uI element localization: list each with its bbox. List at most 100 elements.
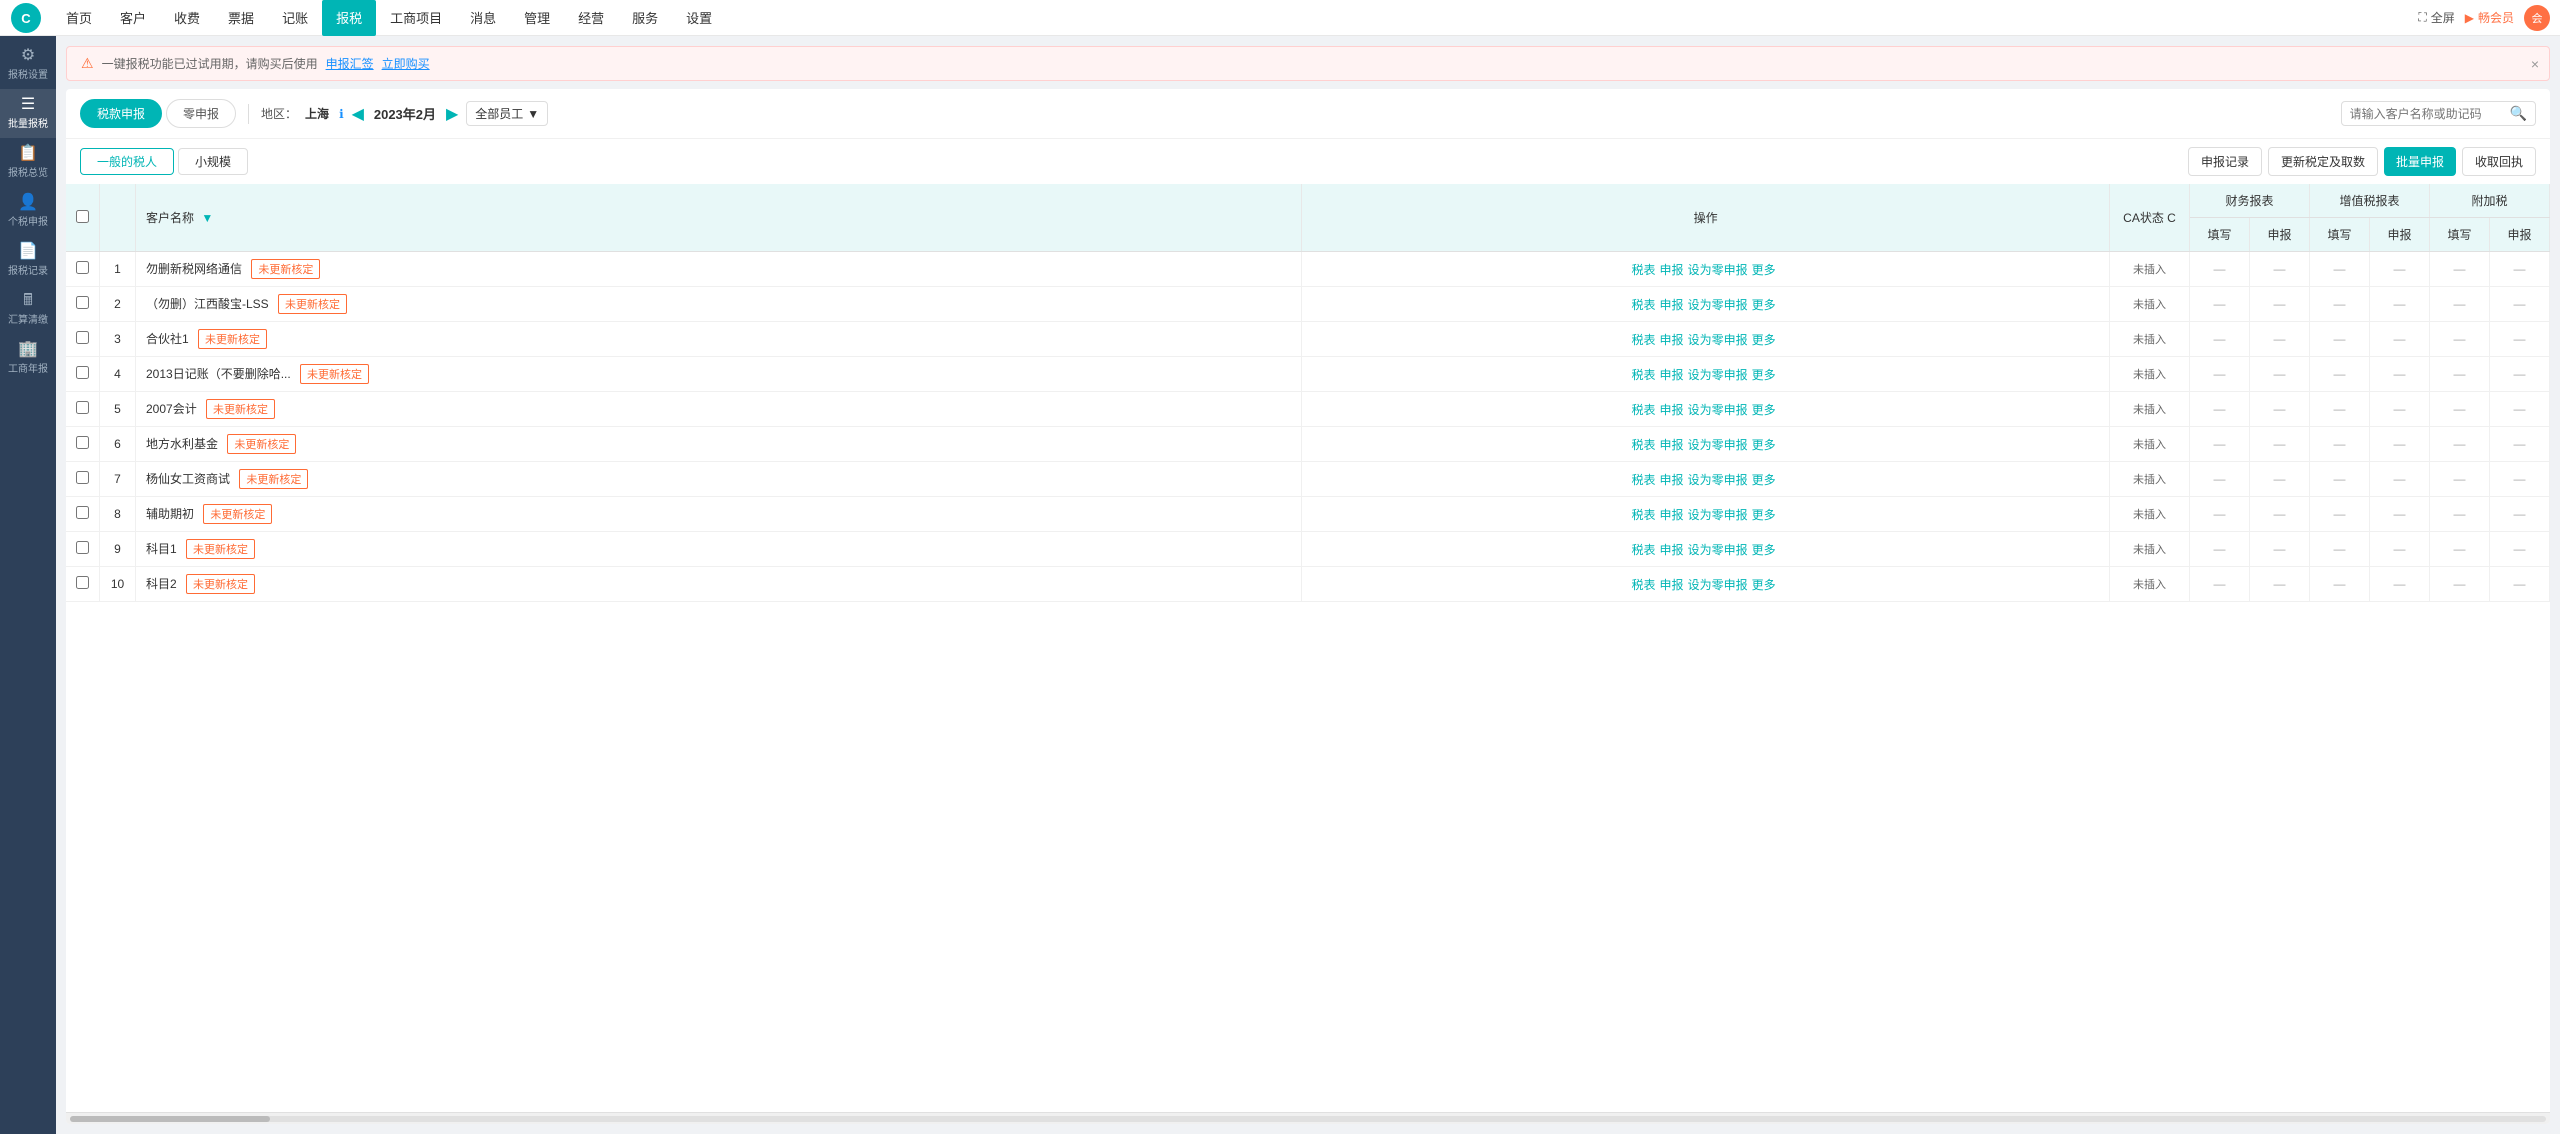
op-更多[interactable]: 更多 <box>1752 403 1776 417</box>
op-申报[interactable]: 申报 <box>1660 333 1684 347</box>
op-更多[interactable]: 更多 <box>1752 508 1776 522</box>
op-设为零申报[interactable]: 设为零申报 <box>1688 333 1748 347</box>
row-finance-report: — <box>2250 322 2310 357</box>
row-checkbox-3[interactable] <box>76 366 89 379</box>
sidebar-item-汇算清缴[interactable]: 🖩汇算清缴 <box>0 285 56 334</box>
op-更多[interactable]: 更多 <box>1752 263 1776 277</box>
op-更多[interactable]: 更多 <box>1752 438 1776 452</box>
nav-item-管理[interactable]: 管理 <box>510 0 564 36</box>
op-设为零申报[interactable]: 设为零申报 <box>1688 508 1748 522</box>
nav-item-消息[interactable]: 消息 <box>456 0 510 36</box>
info-icon[interactable]: ℹ <box>339 107 344 121</box>
action-btn-收取回执[interactable]: 收取回执 <box>2462 147 2536 176</box>
vip-btn[interactable]: ▶ 畅会员 <box>2465 9 2514 26</box>
sort-icon[interactable]: ▼ <box>201 211 213 225</box>
nav-item-服务[interactable]: 服务 <box>618 0 672 36</box>
op-更多[interactable]: 更多 <box>1752 333 1776 347</box>
op-设为零申报[interactable]: 设为零申报 <box>1688 543 1748 557</box>
date-navigator: ◀ 2023年2月 ▶ <box>352 104 459 124</box>
op-设为零申报[interactable]: 设为零申报 <box>1688 438 1748 452</box>
op-申报[interactable]: 申报 <box>1660 543 1684 557</box>
op-更多[interactable]: 更多 <box>1752 543 1776 557</box>
nav-item-票据[interactable]: 票据 <box>214 0 268 36</box>
sidebar-item-报税总览[interactable]: 📋报税总览 <box>0 138 56 187</box>
fullscreen-btn[interactable]: ⛶ 全屏 <box>2418 9 2454 26</box>
op-设为零申报[interactable]: 设为零申报 <box>1688 368 1748 382</box>
prev-month-btn[interactable]: ◀ <box>352 104 364 124</box>
nav-item-记账[interactable]: 记账 <box>268 0 322 36</box>
op-税表[interactable]: 税表 <box>1632 403 1656 417</box>
sidebar-item-工商年报[interactable]: 🏢工商年报 <box>0 334 56 383</box>
op-设为零申报[interactable]: 设为零申报 <box>1688 298 1748 312</box>
row-checkbox-0[interactable] <box>76 261 89 274</box>
op-税表[interactable]: 税表 <box>1632 333 1656 347</box>
op-税表[interactable]: 税表 <box>1632 263 1656 277</box>
row-checkbox-4[interactable] <box>76 401 89 414</box>
op-设为零申报[interactable]: 设为零申报 <box>1688 473 1748 487</box>
op-税表[interactable]: 税表 <box>1632 508 1656 522</box>
op-更多[interactable]: 更多 <box>1752 368 1776 382</box>
select-all-checkbox[interactable] <box>76 210 89 223</box>
search-icon[interactable]: 🔍 <box>2510 105 2527 122</box>
action-btn-批量申报[interactable]: 批量申报 <box>2384 147 2456 176</box>
op-税表[interactable]: 税表 <box>1632 298 1656 312</box>
row-checkbox-2[interactable] <box>76 331 89 344</box>
op-申报[interactable]: 申报 <box>1660 403 1684 417</box>
row-checkbox-6[interactable] <box>76 471 89 484</box>
sidebar-item-批量报税[interactable]: ☰批量报税 <box>0 89 56 138</box>
op-申报[interactable]: 申报 <box>1660 473 1684 487</box>
toolbar-tab-零申报[interactable]: 零申报 <box>166 99 236 128</box>
nav-item-报税[interactable]: 报税 <box>322 0 376 36</box>
sidebar-item-报税记录[interactable]: 📄报税记录 <box>0 236 56 285</box>
op-更多[interactable]: 更多 <box>1752 578 1776 592</box>
nav-item-工商项目[interactable]: 工商项目 <box>376 0 456 36</box>
op-设为零申报[interactable]: 设为零申报 <box>1688 263 1748 277</box>
row-tax-report: — <box>2370 462 2430 497</box>
nav-item-客户[interactable]: 客户 <box>106 0 160 36</box>
action-btn-更新税定及取数[interactable]: 更新税定及取数 <box>2268 147 2378 176</box>
sidebar-item-报税设置[interactable]: ⚙报税设置 <box>0 40 56 89</box>
sidebar-item-个税申报[interactable]: 👤个税申报 <box>0 187 56 236</box>
search-input[interactable] <box>2350 107 2510 121</box>
staff-dropdown[interactable]: 全部员工 ▼ <box>466 101 548 126</box>
banner-link1[interactable]: 申报汇签 <box>326 55 374 72</box>
toolbar-tab-税款申报[interactable]: 税款申报 <box>80 99 162 128</box>
op-税表[interactable]: 税表 <box>1632 368 1656 382</box>
op-申报[interactable]: 申报 <box>1660 368 1684 382</box>
next-month-btn[interactable]: ▶ <box>446 104 458 124</box>
op-更多[interactable]: 更多 <box>1752 473 1776 487</box>
op-申报[interactable]: 申报 <box>1660 578 1684 592</box>
nav-item-收费[interactable]: 收费 <box>160 0 214 36</box>
banner-close-btn[interactable]: × <box>2531 56 2539 72</box>
nav-item-设置[interactable]: 设置 <box>672 0 726 36</box>
row-checkbox-7[interactable] <box>76 506 89 519</box>
op-更多[interactable]: 更多 <box>1752 298 1776 312</box>
op-税表[interactable]: 税表 <box>1632 438 1656 452</box>
avatar[interactable]: 会 <box>2524 5 2550 31</box>
op-税表[interactable]: 税表 <box>1632 578 1656 592</box>
row-add-report: — <box>2490 497 2550 532</box>
nav-item-经营[interactable]: 经营 <box>564 0 618 36</box>
op-设为零申报[interactable]: 设为零申报 <box>1688 578 1748 592</box>
op-税表[interactable]: 税表 <box>1632 473 1656 487</box>
subtab-小规模[interactable]: 小规模 <box>178 148 248 175</box>
app-logo[interactable]: C <box>10 2 42 34</box>
row-checkbox-1[interactable] <box>76 296 89 309</box>
action-btn-申报记录[interactable]: 申报记录 <box>2188 147 2262 176</box>
op-申报[interactable]: 申报 <box>1660 263 1684 277</box>
op-申报[interactable]: 申报 <box>1660 508 1684 522</box>
op-税表[interactable]: 税表 <box>1632 543 1656 557</box>
subtab-一般的税人[interactable]: 一般的税人 <box>80 148 174 175</box>
horizontal-scrollbar[interactable] <box>66 1112 2550 1124</box>
op-设为零申报[interactable]: 设为零申报 <box>1688 403 1748 417</box>
row-checkbox-5[interactable] <box>76 436 89 449</box>
scroll-thumb[interactable] <box>70 1116 270 1122</box>
row-checkbox-8[interactable] <box>76 541 89 554</box>
row-operations: 税表申报设为零申报更多 <box>1302 497 2110 532</box>
op-申报[interactable]: 申报 <box>1660 438 1684 452</box>
op-申报[interactable]: 申报 <box>1660 298 1684 312</box>
row-checkbox-9[interactable] <box>76 576 89 589</box>
row-add-report: — <box>2490 567 2550 602</box>
nav-item-首页[interactable]: 首页 <box>52 0 106 36</box>
banner-link2[interactable]: 立即购买 <box>382 55 430 72</box>
